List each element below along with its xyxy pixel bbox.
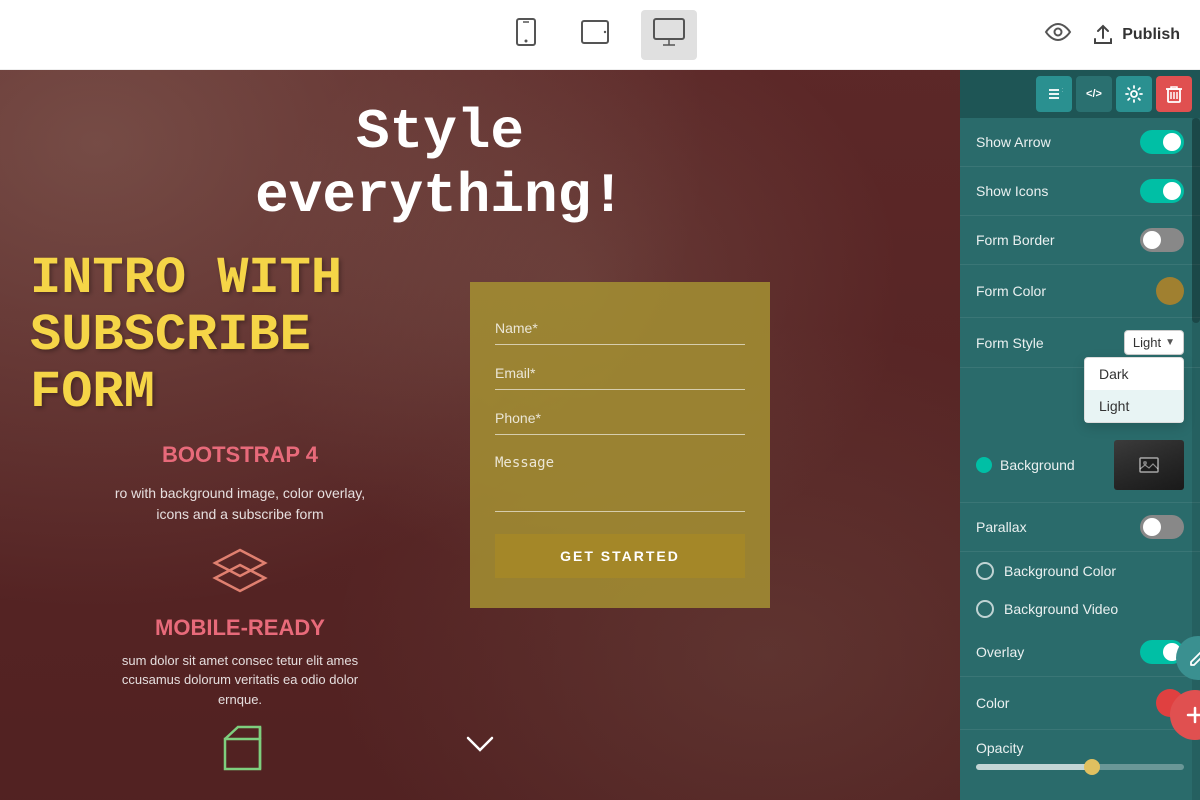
- get-started-button[interactable]: GET STARTED: [495, 534, 745, 578]
- overlay-label: Overlay: [976, 644, 1024, 660]
- opacity-row: Opacity: [960, 730, 1200, 780]
- dropdown-arrow-icon: ▼: [1165, 337, 1175, 348]
- delete-icon-btn[interactable]: [1156, 76, 1192, 112]
- name-field[interactable]: [495, 312, 745, 345]
- desktop-device-btn[interactable]: [641, 10, 697, 60]
- mobile-label: MOBILE-READY: [30, 615, 450, 641]
- parallax-label: Parallax: [976, 519, 1027, 535]
- show-arrow-track: [1140, 130, 1184, 154]
- subscribe-form: GET STARTED: [470, 282, 770, 608]
- bootstrap-label: BOOTSTRAP 4: [30, 442, 450, 468]
- form-color-label: Form Color: [976, 283, 1046, 299]
- desc-text: ro with background image, color overlay,…: [30, 483, 450, 525]
- parallax-row: Parallax: [960, 503, 1200, 552]
- canvas-content: INTRO WITH SUBSCRIBE FORM BOOTSTRAP 4 ro…: [0, 70, 960, 800]
- email-field[interactable]: [495, 357, 745, 390]
- form-border-label: Form Border: [976, 232, 1055, 248]
- bg-video-row: Background Video: [960, 590, 1200, 628]
- canvas: Style everything! INTRO WITH SUBSCRIBE F…: [0, 70, 960, 800]
- hero-title: INTRO WITH SUBSCRIBE FORM: [30, 250, 450, 422]
- phone-field[interactable]: [495, 402, 745, 435]
- form-style-dropdown[interactable]: Light ▼: [1124, 330, 1184, 355]
- bg-radio-dot[interactable]: [976, 457, 992, 473]
- show-arrow-toggle[interactable]: [1140, 130, 1184, 154]
- dropdown-item-dark[interactable]: Dark: [1085, 358, 1183, 390]
- box-icon: [30, 719, 450, 784]
- bg-video-label: Background Video: [1004, 601, 1118, 617]
- show-icons-track: [1140, 179, 1184, 203]
- show-arrow-label: Show Arrow: [976, 134, 1051, 150]
- main-area: Style everything! INTRO WITH SUBSCRIBE F…: [0, 70, 1200, 800]
- mobile-device-btn[interactable]: [503, 10, 549, 60]
- bg-color-radio[interactable]: [976, 562, 994, 580]
- form-style-label: Form Style: [976, 335, 1044, 351]
- form-border-thumb: [1143, 231, 1161, 249]
- topbar: Publish: [0, 0, 1200, 70]
- bg-video-radio[interactable]: [976, 600, 994, 618]
- bg-color-row: Background Color: [960, 552, 1200, 590]
- show-icons-toggle[interactable]: [1140, 179, 1184, 203]
- opacity-slider-fill: [976, 764, 1090, 770]
- sidebar-panel: </>: [960, 70, 1200, 800]
- form-style-row: Form Style Light ▼ Dark Light: [960, 318, 1200, 368]
- code-icon-btn[interactable]: </>: [1076, 76, 1112, 112]
- topbar-center: [503, 10, 697, 60]
- opacity-slider-track[interactable]: [976, 764, 1184, 770]
- form-style-dropdown-menu: Dark Light: [1084, 357, 1184, 423]
- show-icons-label: Show Icons: [976, 183, 1048, 199]
- tablet-device-btn[interactable]: [569, 11, 621, 59]
- color-label: Color: [976, 695, 1009, 711]
- color-row: Color: [960, 677, 1200, 730]
- form-border-toggle[interactable]: [1140, 228, 1184, 252]
- form-color-swatch[interactable]: [1156, 277, 1184, 305]
- message-field[interactable]: [495, 447, 745, 512]
- preview-btn[interactable]: [1044, 22, 1072, 48]
- bg-thumb-inner: [1114, 440, 1184, 490]
- form-border-row: Form Border: [960, 216, 1200, 265]
- show-icons-thumb: [1163, 182, 1181, 200]
- opacity-label: Opacity: [976, 740, 1023, 756]
- gear-icon-btn[interactable]: [1116, 76, 1152, 112]
- background-label: Background: [1000, 457, 1075, 473]
- form-border-track: [1140, 228, 1184, 252]
- topbar-right: Publish: [697, 22, 1180, 48]
- dropdown-item-light[interactable]: Light: [1085, 390, 1183, 422]
- show-icons-row: Show Icons: [960, 167, 1200, 216]
- form-style-value: Light: [1133, 335, 1161, 350]
- background-row: Background: [960, 428, 1200, 503]
- bg-color-label: Background Color: [1004, 563, 1116, 579]
- sort-icon-btn[interactable]: [1036, 76, 1072, 112]
- bg-preview-thumb[interactable]: [1114, 440, 1184, 490]
- parallax-toggle[interactable]: [1140, 515, 1184, 539]
- background-label-group: Background: [976, 457, 1075, 473]
- panel-content: Show Arrow Show Icons Form Border: [960, 118, 1200, 800]
- overlay-row: Overlay: [960, 628, 1200, 677]
- panel-top-icons: </>: [960, 70, 1200, 118]
- lorem-text: sum dolor sit amet consec tetur elit ame…: [30, 651, 450, 710]
- show-arrow-thumb: [1163, 133, 1181, 151]
- layers-icon: [30, 545, 450, 605]
- show-arrow-row: Show Arrow: [960, 118, 1200, 167]
- publish-label: Publish: [1122, 26, 1180, 44]
- form-color-row: Form Color: [960, 265, 1200, 318]
- sidebar-scrollbar-thumb: [1192, 118, 1200, 323]
- chevron-down-icon[interactable]: [465, 732, 495, 760]
- parallax-track: [1140, 515, 1184, 539]
- form-style-container: Light ▼ Dark Light: [1124, 330, 1184, 355]
- parallax-thumb: [1143, 518, 1161, 536]
- publish-btn[interactable]: Publish: [1092, 24, 1180, 46]
- left-content: INTRO WITH SUBSCRIBE FORM BOOTSTRAP 4 ro…: [0, 70, 470, 800]
- opacity-slider-thumb[interactable]: [1084, 759, 1100, 775]
- form-wrapper: GET STARTED: [470, 70, 960, 800]
